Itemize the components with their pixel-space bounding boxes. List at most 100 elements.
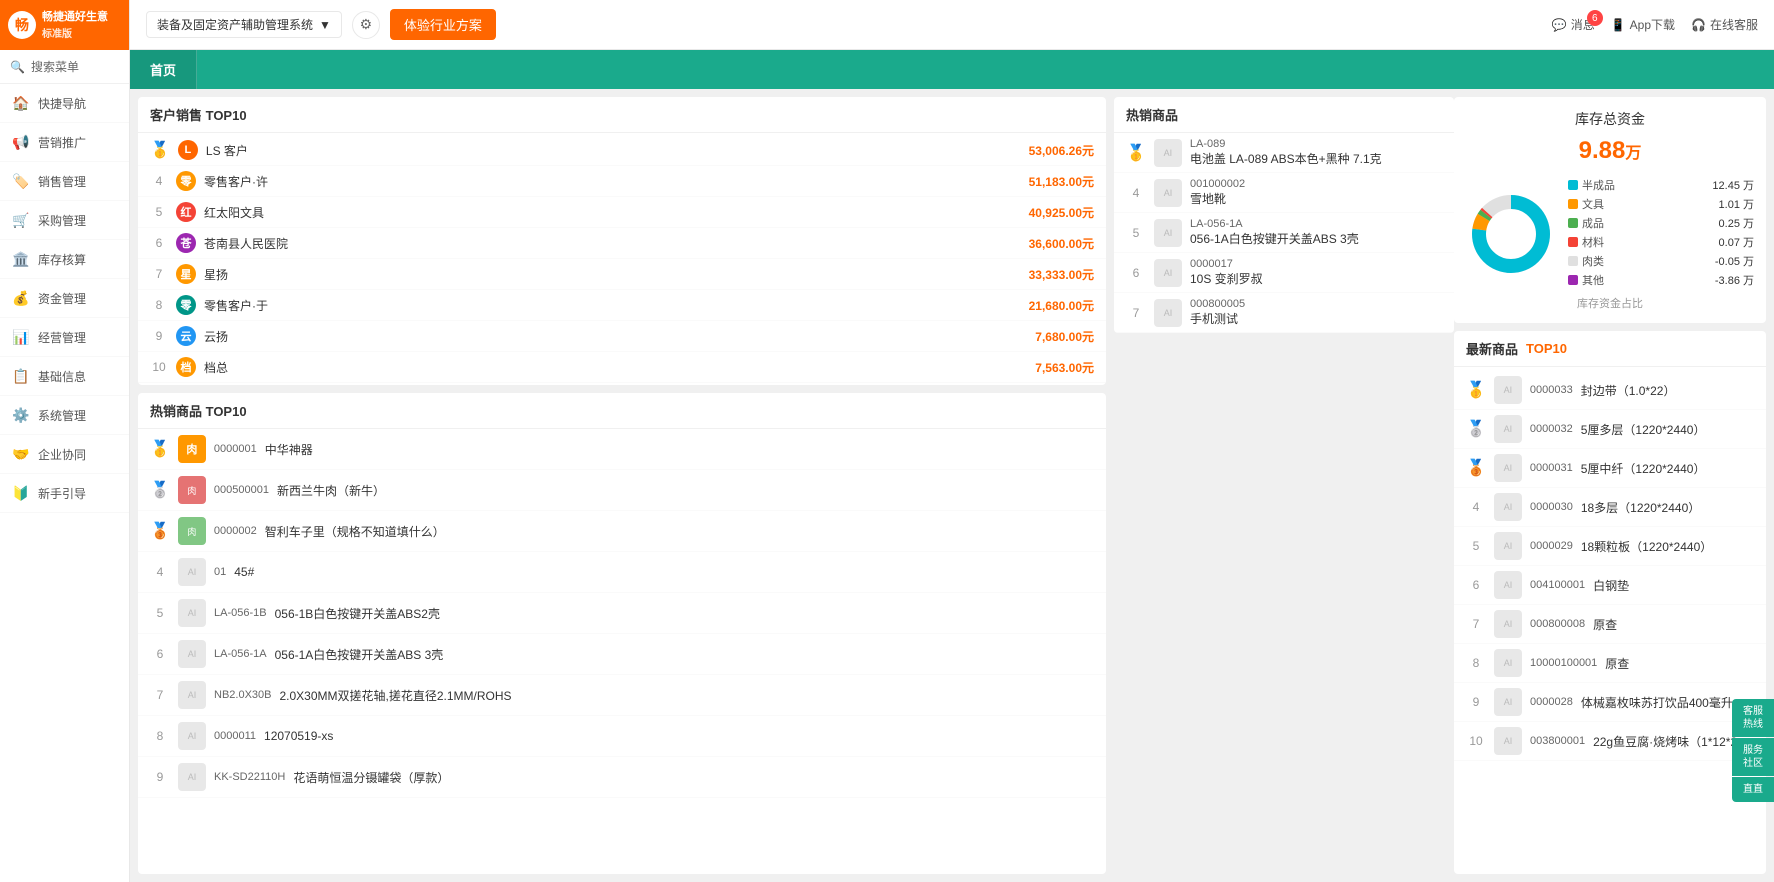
customer-sales-panel: 客户销售 TOP10 🥇 L LS 客户 53,006.26元 4 零 零售客户… <box>138 97 1106 385</box>
sales-item[interactable]: 5 红 红太阳文具 40,925.00元 <box>138 197 1106 228</box>
rank-num: 8 <box>150 298 168 312</box>
product-code: 0000011 <box>214 730 256 742</box>
product-name: 22g鱼豆腐·烧烤味（1*12*20） <box>1593 733 1754 750</box>
search-menu[interactable]: 🔍 搜索菜单 <box>0 50 129 84</box>
product-item[interactable]: 9 AI KK-SD22110H 花语萌恒温分镊罐袋（厚款） <box>138 757 1106 798</box>
medal-icon: 🥈 <box>150 480 170 500</box>
customer-name: LS 客户 <box>206 142 1021 159</box>
hotline-button[interactable]: 客服热线 <box>1732 699 1774 737</box>
sidebar: 畅 畅捷通好生意 标准版 🔍 搜索菜单 🏠 快捷导航 📢 营销推广 🏷️ 销售管… <box>0 0 130 882</box>
product-item[interactable]: 6 AI LA-056-1A 056-1A白色按键开关盖ABS 3壳 <box>138 634 1106 675</box>
sidebar-item-basic[interactable]: 📋 基础信息 <box>0 357 129 396</box>
latest-products-header: 最新商品 TOP10 <box>1454 331 1766 367</box>
latest-item[interactable]: 🥇 AI 0000033 封边带（1.0*22） <box>1454 371 1766 410</box>
sidebar-item-sales[interactable]: 🏷️ 销售管理 <box>0 162 129 201</box>
product-item[interactable]: 🥇 肉 0000001 中华神器 <box>138 429 1106 470</box>
system-selector[interactable]: 装备及固定资产辅助管理系统 ▼ <box>146 11 342 38</box>
product-name: 18颗粒板（1220*2440） <box>1581 538 1754 555</box>
latest-item[interactable]: 6 AI 004100001 白钢垫 <box>1454 566 1766 605</box>
product-placeholder: AI <box>178 763 206 791</box>
legend-value: -0.05 万 <box>1715 253 1754 269</box>
top-product-item[interactable]: 4 AI 001000002 雪地靴 <box>1114 173 1454 213</box>
latest-item[interactable]: 🥈 AI 0000032 5厘多层（1220*2440） <box>1454 410 1766 449</box>
app-download-button[interactable]: 📱 App下载 <box>1611 16 1675 33</box>
sales-icon: 🏷️ <box>12 172 30 190</box>
latest-item[interactable]: 5 AI 0000029 18颗粒板（1220*2440） <box>1454 527 1766 566</box>
latest-item[interactable]: 9 AI 0000028 体械嘉枚味苏打饮品400毫升（1*15） <box>1454 683 1766 722</box>
message-button[interactable]: 💬 消息 6 <box>1552 16 1595 33</box>
top-product-item[interactable]: 🥇 AI LA-089 电池盖 LA-089 ABS本色+黑种 7.1克 <box>1114 133 1454 173</box>
inventory-value: 9.88 <box>1579 137 1626 164</box>
sales-item[interactable]: 9 云 云扬 7,680.00元 <box>138 321 1106 352</box>
rank-num: 4 <box>1126 186 1146 200</box>
product-name: 体械嘉枚味苏打饮品400毫升（1*15） <box>1581 694 1754 711</box>
product-placeholder: AI <box>1494 532 1522 560</box>
latest-item[interactable]: 10 AI 003800001 22g鱼豆腐·烧烤味（1*12*20） <box>1454 722 1766 761</box>
medal-icon: 🥉 <box>150 521 170 541</box>
product-item[interactable]: 7 AI NB2.0X30B 2.0X30MM双搓花轴,搓花直径2.1MM/RO… <box>138 675 1106 716</box>
sidebar-item-operations[interactable]: 📊 经营管理 <box>0 318 129 357</box>
rank-num: 10 <box>150 360 168 374</box>
sidebar-item-inventory[interactable]: 🏛️ 库存核算 <box>0 240 129 279</box>
product-placeholder: AI <box>178 722 206 750</box>
top-product-item[interactable]: 6 AI 0000017 10S 变刹罗叔 <box>1114 253 1454 293</box>
top-selling-panel: 热销商品 🥇 AI LA-089 电池盖 LA-089 ABS本色+黑种 7.1… <box>1114 97 1454 333</box>
inventory-chart-area: 半成品 12.45 万 文具 1.01 万 <box>1466 177 1754 291</box>
product-code: 0000029 <box>1530 540 1573 552</box>
product-name: 花语萌恒温分镊罐袋（厚款） <box>293 769 1094 786</box>
marketing-icon: 📢 <box>12 133 30 151</box>
medal-icon: 🥇 <box>1466 380 1486 400</box>
product-item[interactable]: 8 AI 0000011 12070519-xs <box>138 716 1106 757</box>
product-item[interactable]: 5 AI LA-056-1B 056-1B白色按键开关盖ABS2壳 <box>138 593 1106 634</box>
product-name: 2.0X30MM双搓花轴,搓花直径2.1MM/ROHS <box>279 687 1094 704</box>
sales-item[interactable]: 🥇 L LS 客户 53,006.26元 <box>138 135 1106 166</box>
sidebar-item-enterprise[interactable]: 🤝 企业协同 <box>0 435 129 474</box>
customer-name: 苍南县人民医院 <box>204 235 1021 252</box>
customer-avatar: 云 <box>176 326 196 346</box>
community-button[interactable]: 服务社区 <box>1732 738 1774 776</box>
experience-button[interactable]: 体验行业方案 <box>390 9 496 40</box>
sidebar-item-guide[interactable]: 🔰 新手引导 <box>0 474 129 513</box>
sidebar-item-marketing[interactable]: 📢 营销推广 <box>0 123 129 162</box>
message-badge: 6 <box>1587 10 1603 26</box>
top-product-item[interactable]: 5 AI LA-056-1A 056-1A白色按键开关盖ABS 3壳 <box>1114 213 1454 253</box>
sales-item[interactable]: 8 零 零售客户·于 21,680.00元 <box>138 290 1106 321</box>
sales-item[interactable]: 10 档 档总 7,563.00元 <box>138 352 1106 383</box>
top-button[interactable]: 直直 <box>1732 777 1774 802</box>
latest-item[interactable]: 8 AI 10000100001 原查 <box>1454 644 1766 683</box>
sales-item[interactable]: 7 星 星扬 33,333.00元 <box>138 259 1106 290</box>
sidebar-item-purchase[interactable]: 🛒 采购管理 <box>0 201 129 240</box>
legend-value: 1.01 万 <box>1719 196 1754 212</box>
header-left: 装备及固定资产辅助管理系统 ▼ ⚙ 体验行业方案 <box>146 9 496 40</box>
legend-label: 半成品 <box>1582 177 1615 193</box>
sales-item[interactable]: 6 苍 苍南县人民医院 36,600.00元 <box>138 228 1106 259</box>
customer-avatar: 红 <box>176 202 196 222</box>
sales-item[interactable]: 4 零 零售客户·许 51,183.00元 <box>138 166 1106 197</box>
customer-name: 零售客户·许 <box>204 173 1021 190</box>
settings-button[interactable]: ⚙ <box>352 11 380 39</box>
sidebar-item-finance[interactable]: 💰 资金管理 <box>0 279 129 318</box>
medal-icon: 🥈 <box>1466 419 1486 439</box>
inventory-amount: 9.88万 <box>1466 137 1754 165</box>
latest-item[interactable]: 4 AI 0000030 18多层（1220*2440） <box>1454 488 1766 527</box>
content-area: 客户销售 TOP10 🥇 L LS 客户 53,006.26元 4 零 零售客户… <box>130 89 1774 882</box>
product-code: 000500001 <box>214 484 269 496</box>
product-placeholder: AI <box>1494 376 1522 404</box>
legend-label: 肉类 <box>1582 253 1604 269</box>
tab-home[interactable]: 首页 <box>130 50 197 89</box>
product-item[interactable]: 4 AI 01 45# <box>138 552 1106 593</box>
latest-item[interactable]: 🥉 AI 0000031 5厘中纤（1220*2440） <box>1454 449 1766 488</box>
customer-avatar: 星 <box>176 264 196 284</box>
product-item[interactable]: 🥉 肉 0000002 智利车子里（规格不知道填什么） <box>138 511 1106 552</box>
hot-products-header: 热销商品 TOP10 <box>138 393 1106 429</box>
product-code: 0000032 <box>1530 423 1573 435</box>
nav-inventory-label: 库存核算 <box>38 251 86 268</box>
sidebar-item-quick-nav[interactable]: 🏠 快捷导航 <box>0 84 129 123</box>
top-product-item[interactable]: 7 AI 000800005 手机测试 <box>1114 293 1454 333</box>
latest-item[interactable]: 7 AI 000800008 原查 <box>1454 605 1766 644</box>
product-item[interactable]: 🥈 肉 000500001 新西兰牛肉（新牛） <box>138 470 1106 511</box>
customer-avatar: L <box>178 140 198 160</box>
product-code: 0000001 <box>214 443 257 455</box>
online-service-button[interactable]: 🎧 在线客服 <box>1691 16 1758 33</box>
sidebar-item-system[interactable]: ⚙️ 系统管理 <box>0 396 129 435</box>
